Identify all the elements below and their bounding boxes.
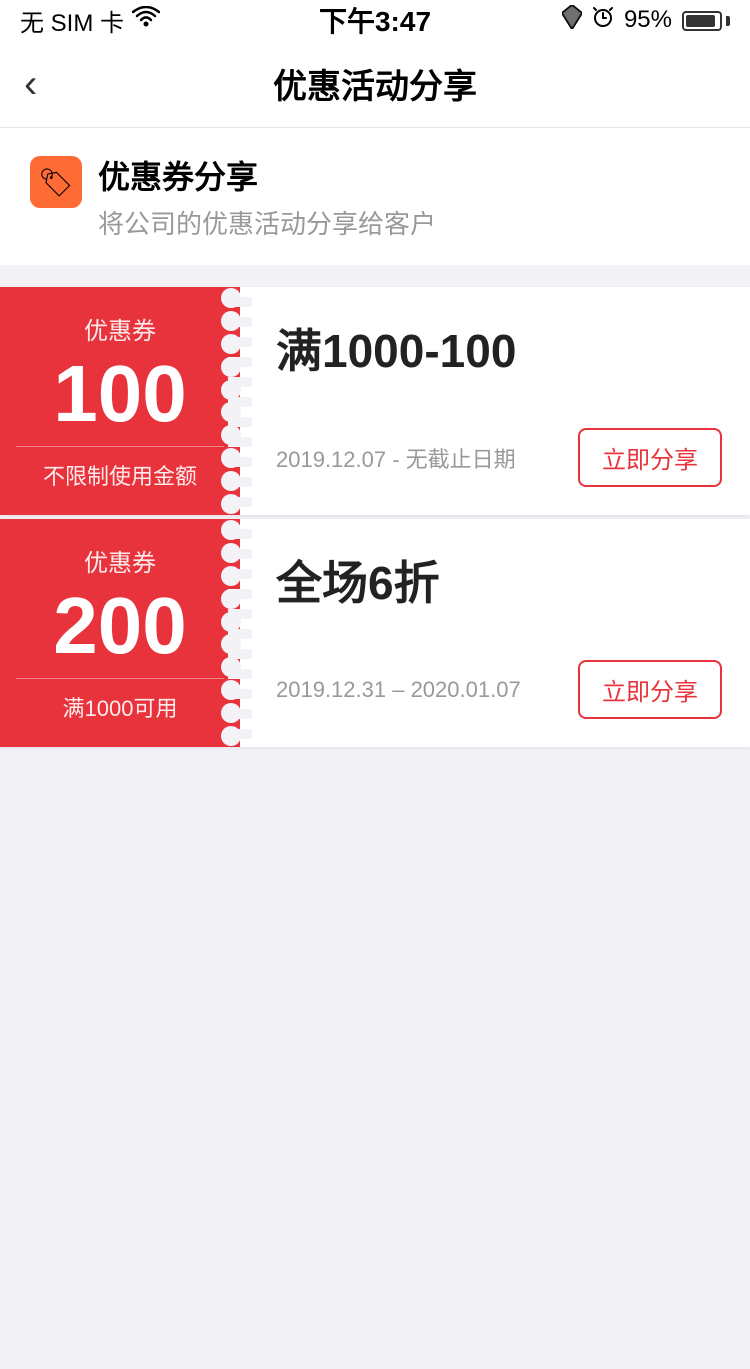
nav-bar: ‹ 优惠活动分享 (0, 40, 750, 128)
coupon-card-1: 优惠券 100 不限制使用金额 满1000-100 2019.12.07 - 无… (0, 287, 750, 515)
battery-percent: 95% (624, 6, 672, 34)
section-icon: 🏷 (30, 156, 82, 208)
coupon-title-2: 全场6折 (276, 547, 722, 613)
coupon-bottom-1: 2019.12.07 - 无截止日期 立即分享 (276, 428, 722, 487)
battery-icon (682, 6, 730, 34)
status-time: 下午3:47 (319, 0, 431, 40)
coupon-condition-2: 满1000可用 (16, 678, 224, 723)
coupon-condition-1: 不限制使用金额 (16, 446, 224, 491)
coupon-serrated-2 (221, 519, 241, 747)
coupon-left-1: 优惠券 100 不限制使用金额 (0, 287, 240, 515)
back-button[interactable]: ‹ (24, 64, 37, 104)
status-left: 无 SIM 卡 (20, 3, 160, 38)
coupon-date-2: 2019.12.31 – 2020.01.07 (276, 677, 562, 703)
coupon-bottom-2: 2019.12.31 – 2020.01.07 立即分享 (276, 660, 722, 719)
coupon-list: 优惠券 100 不限制使用金额 满1000-100 2019.12.07 - 无… (0, 267, 750, 769)
coupon-right-1: 满1000-100 2019.12.07 - 无截止日期 立即分享 (240, 287, 750, 515)
share-button-1[interactable]: 立即分享 (578, 428, 722, 487)
coupon-amount-1: 100 (53, 354, 186, 434)
section-header: 🏷 优惠券分享 将公司的优惠活动分享给客户 (0, 128, 750, 265)
coupon-label-1: 优惠券 (84, 311, 156, 346)
section-text: 优惠券分享 将公司的优惠活动分享给客户 (98, 152, 436, 241)
section-description: 将公司的优惠活动分享给客户 (98, 204, 436, 241)
coupon-left-2: 优惠券 200 满1000可用 (0, 519, 240, 747)
status-right: 95% (562, 5, 730, 36)
coupon-card-2: 优惠券 200 满1000可用 全场6折 2019.12.31 – 2020.0… (0, 519, 750, 747)
coupon-date-1: 2019.12.07 - 无截止日期 (276, 442, 562, 474)
nav-title: 优惠活动分享 (273, 59, 477, 108)
coupon-right-2: 全场6折 2019.12.31 – 2020.01.07 立即分享 (240, 519, 750, 747)
carrier-text: 无 SIM 卡 (20, 3, 124, 38)
section-heading: 优惠券分享 (98, 152, 436, 198)
coupon-serrated-1 (221, 287, 241, 515)
coupon-label-2: 优惠券 (84, 543, 156, 578)
coupon-amount-2: 200 (53, 586, 186, 666)
coupon-title-1: 满1000-100 (276, 315, 722, 381)
alarm-icon (592, 6, 614, 35)
share-button-2[interactable]: 立即分享 (578, 660, 722, 719)
wifi-icon (132, 6, 160, 35)
location-icon (562, 5, 582, 36)
empty-area (0, 769, 750, 1369)
status-bar: 无 SIM 卡 下午3:47 (0, 0, 750, 40)
